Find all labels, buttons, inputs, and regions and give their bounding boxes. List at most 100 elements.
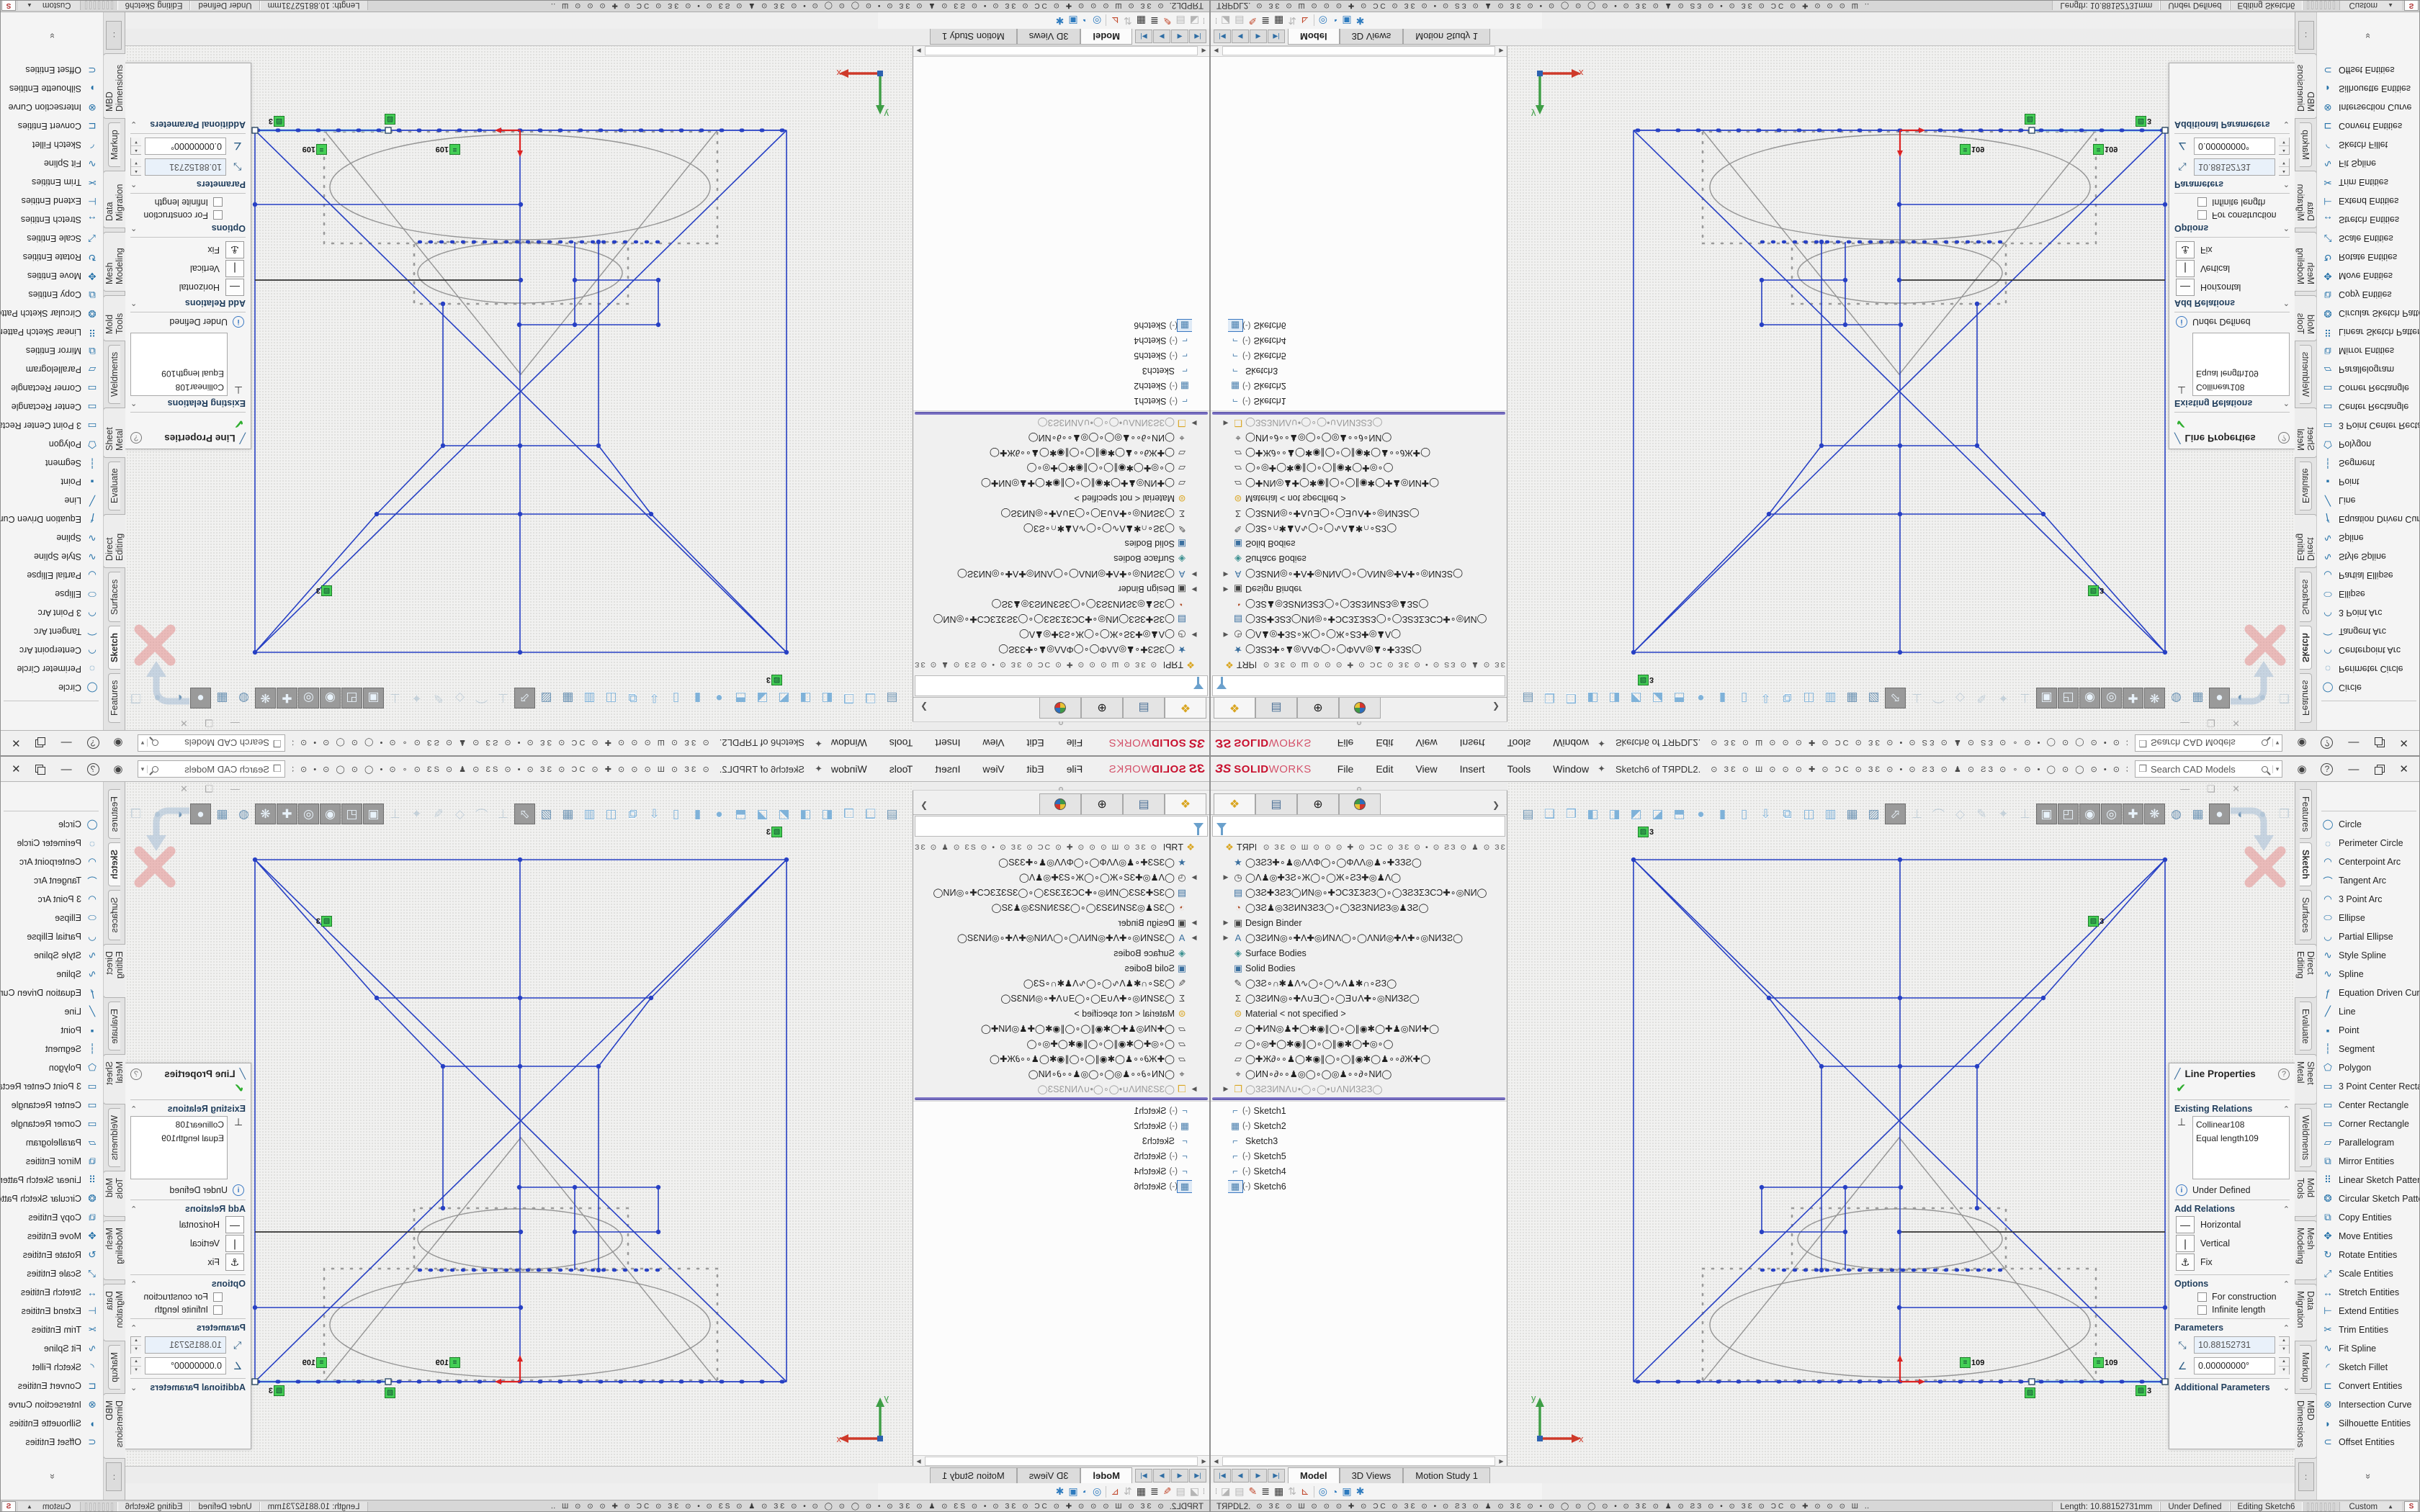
sketch-tool-button[interactable]: ▱ Parallelogram — [2321, 360, 2420, 379]
sketch-row[interactable]: ⌐ Sketch3 — [1228, 1133, 1507, 1148]
propertymanager-tab[interactable]: ▤ — [1255, 698, 1297, 719]
tab-nav-button[interactable]: ▶| — [1135, 1469, 1152, 1482]
search-icon[interactable] — [2262, 766, 2268, 773]
equal-length-badge[interactable]: ≡109 — [1960, 1357, 1984, 1368]
help-icon[interactable]: ? — [2321, 737, 2333, 750]
sketch-tool-button[interactable]: ❂ Circular Sketch Pattern — [2321, 1189, 2420, 1208]
motion-tool-icon[interactable]: ▣ — [1342, 14, 1351, 27]
relation-button-icon[interactable]: — — [225, 1216, 244, 1233]
relation-button-icon[interactable]: ❘ — [2176, 260, 2195, 277]
solidworks-resources-icon[interactable]: S — [1, 0, 16, 11]
option-row[interactable]: Infinite length — [2197, 197, 2290, 207]
tree-row[interactable]: ▶ ❐ ◯ЗƧЗИΝΛ∪•◯∘◯•∪ΛΝИЗƧЗ◯ — [1212, 415, 1507, 431]
options-header[interactable]: Options ⌃ — [130, 223, 246, 233]
sketch-tool-button[interactable]: ⊗ Intersection Curve — [2321, 98, 2420, 117]
motion-tool-icon[interactable]: ◔ — [1083, 1486, 1088, 1498]
checkbox[interactable] — [213, 1292, 223, 1302]
relation-button-icon[interactable]: ⚓ — [2176, 241, 2195, 258]
sketch-tool-button[interactable]: ƒ Equation Driven Curve — [0, 984, 99, 1002]
restore-button[interactable] — [2375, 765, 2383, 773]
add-relation-button[interactable]: — Horizontal — [2176, 1216, 2290, 1233]
add-relation-button[interactable]: ❘ Vertical — [2176, 1235, 2290, 1252]
motion-tool-icon[interactable]: ⊾ — [1301, 14, 1309, 27]
tree-row[interactable]: ▶ ⌖ ◯ИΝ∘∂∘∘♟◎◯∘◯◎♟∘∘∂∘ΝИ◯ — [913, 431, 1208, 446]
relation-item[interactable]: Equal length109 — [134, 1132, 224, 1146]
menu-item[interactable]: View — [1414, 736, 1438, 750]
motion-tool-icon[interactable]: ⇅ — [1288, 1485, 1296, 1498]
sketch-tool-button[interactable]: ┆ Segment — [2321, 1040, 2420, 1058]
command-tab[interactable]: Mesh Modeling — [2295, 232, 2317, 292]
tab-nav-button[interactable]: ▶ — [1250, 1469, 1267, 1482]
tree-row[interactable]: ▶ ▤ ◯ЗƧ✚ЗƧЗ◯ИΝ◎∘✚ƆCЗΣЗƧЗ◯∘◯ЗƧЗΣЗCƆ✚∘◎ΝИ◯ — [1212, 612, 1507, 627]
relation-badge[interactable]: ▨3 — [316, 916, 332, 927]
search-input[interactable]: Search CAD Models — [2151, 764, 2262, 775]
sketch-tool-button[interactable]: ◯ Circle — [2321, 815, 2420, 834]
document-tab[interactable]: Motion Study 1 — [930, 29, 1017, 45]
status-custom-dropdown[interactable]: Custom ▲ — [2339, 1, 2402, 11]
quick-access-toolbar[interactable]: ⊙ ЗƐ ⊙ Ш ⊙ ⊙ ⊙ ✚ ⊙ ƆC ⊙ ЗƐ ⊙ • ⊙ ƧЗ ⊙ ♟ … — [292, 765, 709, 774]
search-input[interactable]: Search CAD Models — [158, 738, 269, 749]
tree-row[interactable]: ▶ ▱ ◯✚ИΝ◎♟✚◯✱◉∥◯∘◯∥◉✱◯✚♟◎ΝИ✚◯ — [1212, 476, 1507, 491]
expand-arrow-icon[interactable]: ▶ — [1221, 1085, 1231, 1093]
sketch-tool-button[interactable]: ▭ Corner Rectangle — [2321, 379, 2420, 397]
tab-nav-button[interactable]: ▶| — [1268, 1469, 1285, 1482]
solidworks-resources-icon[interactable]: S — [1, 1501, 16, 1512]
command-tab[interactable]: Sheet Metal — [2295, 1054, 2317, 1104]
tree-row[interactable]: ▶ Σ ◯ЗƧИΝ◎∘✚Λ∪Ǝ◯∘◯Ǝ∪Λ✚∘◎ΝИЗƧ◯ — [913, 506, 1208, 521]
tree-row[interactable]: ▶ ▱ ◯✚Ж∂∘∘♟◯✱◉∥◯∘◯∥◉✱◯♟∘∘∂Ж✚◯ — [913, 446, 1208, 461]
tree-row[interactable]: ▶ ◈ Surface Bodies — [1212, 945, 1507, 960]
angle-input[interactable]: 0.00000000° — [2194, 138, 2275, 155]
motion-tool-icon[interactable]: ◎ — [1319, 14, 1327, 27]
motion-tool-icon[interactable]: ◔ — [1332, 15, 1337, 27]
command-tab[interactable]: MBD Dimensions — [103, 53, 125, 119]
document-tab[interactable]: Model — [1080, 29, 1132, 45]
expand-arrow-icon[interactable]: ▶ — [1221, 934, 1231, 942]
collapse-icon[interactable]: ⌃ — [130, 399, 137, 408]
relation-badge[interactable]: ▨3 — [269, 116, 284, 127]
sketch-tool-button[interactable]: ⊗ Intersection Curve — [0, 98, 99, 117]
menu-item[interactable]: Insert — [933, 736, 962, 750]
configurationmanager-tab[interactable]: ⊕ — [1081, 698, 1123, 719]
sketch-tool-button[interactable]: ◗ Silhouette Entities — [2321, 79, 2420, 98]
relation-item[interactable]: Collinear108 — [134, 380, 224, 394]
option-row[interactable]: For construction — [130, 1292, 223, 1302]
motion-tool-icon[interactable]: ✎ — [1163, 14, 1172, 27]
accept-button[interactable]: ✔ — [130, 1081, 244, 1096]
sketch-tool-button[interactable]: ∿ Spline — [2321, 965, 2420, 984]
sketch-tool-button[interactable]: ⌒ Tangent Arc — [0, 871, 99, 890]
toolbar-grip[interactable]: ⁞ — [1204, 17, 1205, 25]
tab-strip-grip[interactable]: : — [107, 21, 122, 50]
search-dropdown-icon[interactable]: ▾ — [2272, 765, 2280, 773]
angle-input[interactable]: 0.00000000° — [145, 138, 226, 155]
expand-arrow-icon[interactable]: ▶ — [1189, 631, 1199, 639]
tree-row[interactable]: ▶ ▤ ◯ЗƧ✚ЗƧЗ◯ИΝ◎∘✚ƆCЗΣЗƧЗ◯∘◯ЗƧЗΣЗCƆ✚∘◎ΝИ◯ — [913, 612, 1208, 627]
sketch-tool-button[interactable]: ╱ Line — [0, 491, 99, 510]
sketch-tool-button[interactable]: ▱ Parallelogram — [0, 360, 99, 379]
equal-length-badge[interactable]: ≡109 — [302, 1357, 327, 1368]
configurationmanager-tab[interactable]: ⊕ — [1297, 698, 1339, 719]
tree-row[interactable]: ▶ ⊜ Material < not specified > — [1212, 491, 1507, 506]
command-tab[interactable]: Sheet Metal — [103, 1054, 125, 1104]
sketch-tool-button[interactable]: ⬠ Polygon — [2321, 435, 2420, 454]
sketch-tool-button[interactable]: ✂ Trim Entities — [0, 1320, 99, 1339]
tree-row[interactable]: ▶ ◷ ◯Λ♟◎✚ЗƧ∘Ж◯∘◯Ж∘ƧЗ✚◎♟Λ◯ — [1212, 627, 1507, 642]
option-row[interactable]: Infinite length — [2197, 1305, 2290, 1315]
sketch-tool-button[interactable]: ◠ 3 Point Arc — [2321, 603, 2420, 622]
menu-item[interactable]: Insert — [1458, 762, 1487, 776]
sketch-tool-button[interactable]: ⊏ Convert Entities — [0, 1377, 99, 1395]
tab-nav-button[interactable]: ▶ — [1250, 30, 1267, 43]
angle-spinner[interactable]: ▲▼ — [2279, 1357, 2290, 1374]
quick-access-toolbar[interactable]: ⊙ ЗƐ ⊙ Ш ⊙ ⊙ ⊙ ✚ ⊙ ƆC ⊙ ЗƐ ⊙ • ⊙ ƧЗ ⊙ ♟ … — [292, 739, 709, 748]
tab-strip-grip[interactable]: : — [2298, 21, 2314, 50]
pane-horizontal-scrollbar[interactable]: ◀ ▶ — [913, 46, 1209, 57]
command-tab[interactable]: MBD Dimensions — [103, 1393, 125, 1459]
command-tab[interactable]: Sketch — [2300, 842, 2312, 886]
tree-row[interactable]: ▶ ▱ ◯✚Ж∂∘∘♟◯✱◉∥◯∘◯∥◉✱◯♟∘∘∂Ж✚◯ — [913, 1051, 1208, 1066]
tree-row[interactable]: ▶ ▣ Design Binder — [913, 582, 1208, 597]
sketch-row[interactable]: ⌐ Sketch3 — [913, 364, 1192, 379]
option-row[interactable]: For construction — [2197, 1292, 2290, 1302]
displaymanager-tab[interactable] — [1339, 698, 1381, 719]
tree-row[interactable]: ▶ ⊜ Material < not specified > — [913, 491, 1208, 506]
tree-row[interactable]: ▶ ⊜ Material < not specified > — [1212, 1006, 1507, 1021]
tree-row[interactable]: ▶ ★ ◯ЗƧЗ✚∘♟◎ΛΛΦ◯∘◯ΦΛΛ◎♟∘✚ЗЗƧ◯ — [1212, 642, 1507, 657]
